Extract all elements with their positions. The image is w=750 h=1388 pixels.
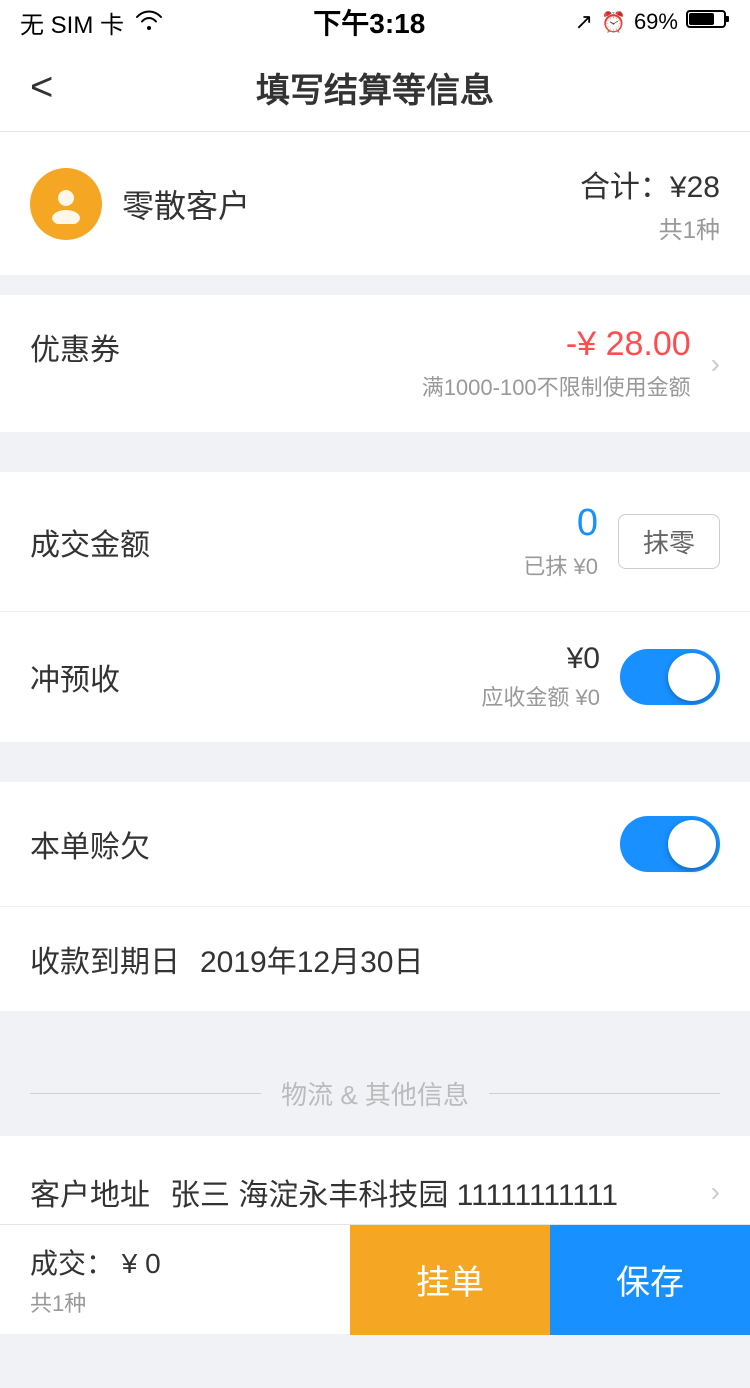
bottom-count-label: 共1种 bbox=[30, 1286, 320, 1318]
discount-row[interactable]: 优惠券 -¥ 28.00 满1000-100不限制使用金额 › bbox=[0, 295, 750, 432]
prereceive-values: ¥0 应收金额 ¥0 bbox=[481, 642, 600, 712]
customer-total-block: 合计：¥28 共1种 bbox=[580, 162, 720, 245]
prereceive-toggle[interactable] bbox=[620, 649, 720, 705]
hang-order-button[interactable]: 挂单 bbox=[350, 1225, 550, 1335]
prereceive-label: 冲预收 bbox=[30, 655, 150, 699]
bottom-info: 成交： ¥ 0 共1种 bbox=[0, 1242, 350, 1318]
discount-amount: -¥ 28.00 bbox=[422, 325, 691, 364]
transaction-value: 0 bbox=[523, 502, 598, 545]
logistics-text: 物流 & 其他信息 bbox=[281, 1075, 469, 1112]
transaction-label: 成交金额 bbox=[30, 520, 150, 564]
due-date-row[interactable]: 收款到期日 2019年12月30日 bbox=[0, 906, 750, 1011]
address-value: 张三 海淀永丰科技园 11111111111 bbox=[170, 1170, 711, 1214]
prereceive-main: ¥0 bbox=[481, 642, 600, 676]
debt-toggle-knob bbox=[668, 820, 716, 868]
divider-2 bbox=[0, 762, 750, 782]
logistics-line-right bbox=[489, 1093, 720, 1094]
nav-bar: < 填写结算等信息 bbox=[0, 44, 750, 132]
back-button[interactable]: < bbox=[30, 65, 53, 110]
divider-3 bbox=[0, 1031, 750, 1051]
round-zero-button[interactable]: 抹零 bbox=[618, 514, 720, 569]
customer-total: 合计：¥28 bbox=[580, 162, 720, 206]
alarm-icon: ⏰ bbox=[601, 10, 626, 35]
status-time: 下午3:18 bbox=[313, 2, 425, 42]
discount-desc: 满1000-100不限制使用金额 bbox=[422, 370, 691, 402]
logistics-divider: 物流 & 其他信息 bbox=[0, 1051, 750, 1136]
discount-label: 优惠券 bbox=[30, 325, 150, 369]
battery-icon bbox=[686, 8, 730, 37]
toggle-knob bbox=[668, 653, 716, 701]
status-right: ↗ ⏰ 69% bbox=[575, 8, 730, 37]
address-label: 客户地址 bbox=[30, 1170, 150, 1214]
status-left: 无 SIM 卡 bbox=[20, 5, 164, 40]
logistics-line-left bbox=[30, 1093, 261, 1094]
transaction-row: 成交金额 0 已抹 ¥0 抹零 bbox=[0, 472, 750, 612]
due-date-label: 收款到期日 bbox=[30, 937, 180, 981]
location-arrow-icon: ↗ bbox=[575, 9, 593, 35]
address-chevron-icon: › bbox=[711, 1176, 720, 1208]
discount-value-block: -¥ 28.00 满1000-100不限制使用金额 bbox=[422, 325, 691, 402]
prereceive-right: ¥0 应收金额 ¥0 bbox=[481, 642, 720, 712]
customer-avatar bbox=[30, 168, 102, 240]
prereceive-sub: 应收金额 ¥0 bbox=[481, 680, 600, 712]
page-title: 填写结算等信息 bbox=[256, 63, 494, 112]
discount-section: 优惠券 -¥ 28.00 满1000-100不限制使用金额 › bbox=[0, 295, 750, 432]
chevron-right-icon: › bbox=[711, 348, 720, 380]
prereceive-row: 冲预收 ¥0 应收金额 ¥0 bbox=[0, 612, 750, 742]
customer-info: 零散客户 bbox=[30, 168, 250, 240]
bottom-bar: 成交： ¥ 0 共1种 挂单 保存 bbox=[0, 1224, 750, 1334]
due-date-value: 2019年12月30日 bbox=[200, 937, 423, 981]
battery-percent: 69% bbox=[634, 9, 678, 35]
discount-right: -¥ 28.00 满1000-100不限制使用金额 › bbox=[422, 325, 720, 402]
transaction-section: 成交金额 0 已抹 ¥0 抹零 冲预收 ¥0 应收金额 ¥0 bbox=[0, 472, 750, 742]
bottom-deal-label: 成交： ¥ 0 bbox=[30, 1242, 320, 1282]
customer-name: 零散客户 bbox=[122, 181, 250, 227]
transaction-value-block: 0 已抹 ¥0 bbox=[523, 502, 598, 581]
debt-row: 本单赊欠 bbox=[0, 782, 750, 906]
debt-label: 本单赊欠 bbox=[30, 822, 150, 866]
wifi-icon bbox=[134, 8, 164, 37]
status-bar: 无 SIM 卡 下午3:18 ↗ ⏰ 69% bbox=[0, 0, 750, 44]
customer-row: 零散客户 合计：¥28 共1种 bbox=[0, 132, 750, 275]
transaction-right: 0 已抹 ¥0 抹零 bbox=[523, 502, 720, 581]
debt-section: 本单赊欠 收款到期日 2019年12月30日 bbox=[0, 782, 750, 1011]
save-button[interactable]: 保存 bbox=[550, 1225, 750, 1335]
no-sim-text: 无 SIM 卡 bbox=[20, 5, 124, 40]
transaction-sub: 已抹 ¥0 bbox=[523, 549, 598, 581]
content: 零散客户 合计：¥28 共1种 优惠券 -¥ 28.00 满1000-100不限… bbox=[0, 132, 750, 1388]
divider-1 bbox=[0, 452, 750, 472]
customer-count: 共1种 bbox=[580, 210, 720, 245]
debt-toggle[interactable] bbox=[620, 816, 720, 872]
